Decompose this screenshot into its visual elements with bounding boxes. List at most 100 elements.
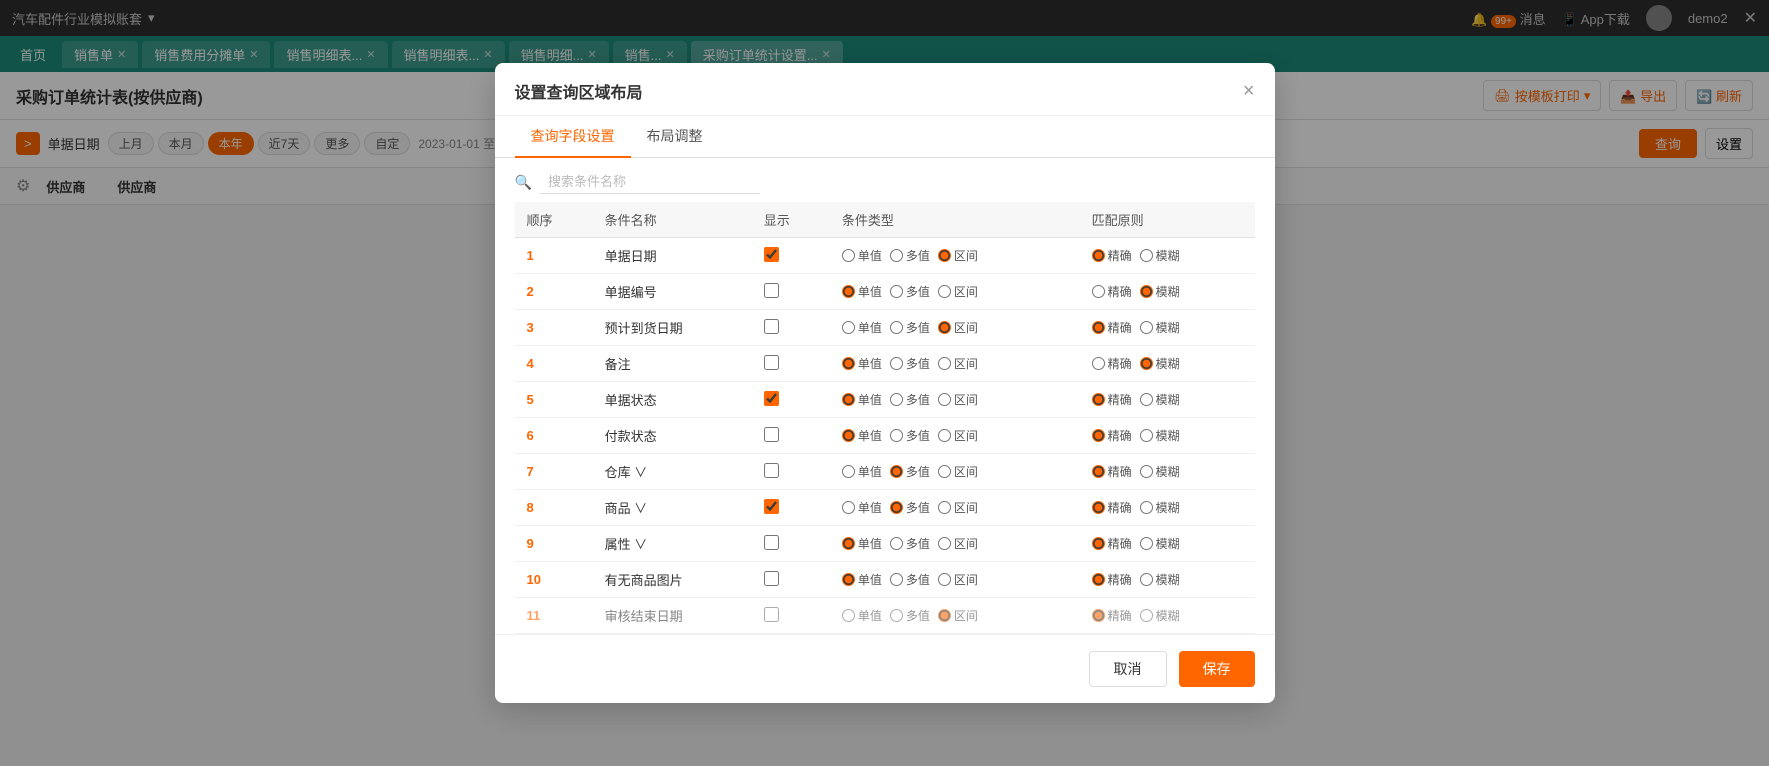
match-radio-exact[interactable]	[1092, 537, 1105, 550]
row-type-cell: 单值多值区间	[830, 238, 1080, 274]
row-display-checkbox-cell	[752, 418, 830, 454]
type-radio-single[interactable]	[842, 501, 855, 514]
match-radio-exact[interactable]	[1092, 249, 1105, 262]
display-checkbox[interactable]	[764, 571, 779, 586]
match-radio-fuzzy[interactable]	[1140, 285, 1153, 298]
match-radio-fuzzy[interactable]	[1140, 393, 1153, 406]
row-type-cell: 单值多值区间	[830, 418, 1080, 454]
type-radio-range[interactable]	[938, 321, 951, 334]
type-radio-single[interactable]	[842, 537, 855, 550]
type-radio-multi[interactable]	[890, 429, 903, 442]
type-radio-single[interactable]	[842, 321, 855, 334]
match-radio-exact[interactable]	[1092, 573, 1105, 586]
type-radio-range[interactable]	[938, 285, 951, 298]
type-radio-range[interactable]	[938, 393, 951, 406]
save-button[interactable]: 保存	[1179, 651, 1255, 687]
table-row: 6付款状态单值多值区间精确模糊	[515, 418, 1255, 454]
row-order: 5	[515, 382, 593, 418]
table-row: 4备注单值多值区间精确模糊	[515, 346, 1255, 382]
match-radio-fuzzy[interactable]	[1140, 429, 1153, 442]
type-radio-range[interactable]	[938, 537, 951, 550]
type-radio-range[interactable]	[938, 357, 951, 370]
display-checkbox[interactable]	[764, 607, 779, 622]
display-checkbox[interactable]	[764, 463, 779, 478]
match-radio-fuzzy[interactable]	[1140, 537, 1153, 550]
row-display-checkbox-cell	[752, 310, 830, 346]
cancel-button[interactable]: 取消	[1089, 651, 1167, 687]
type-radio-range[interactable]	[938, 249, 951, 262]
tab-field-settings[interactable]: 查询字段设置	[515, 116, 631, 158]
type-radio-multi[interactable]	[890, 609, 903, 622]
type-radio-single[interactable]	[842, 573, 855, 586]
row-order: 6	[515, 418, 593, 454]
row-display-checkbox-cell	[752, 562, 830, 598]
type-radio-multi[interactable]	[890, 393, 903, 406]
match-radio-exact[interactable]	[1092, 357, 1105, 370]
display-checkbox[interactable]	[764, 355, 779, 370]
row-type-cell: 单值多值区间	[830, 526, 1080, 562]
display-checkbox[interactable]	[764, 499, 779, 514]
match-radio-fuzzy[interactable]	[1140, 249, 1153, 262]
type-radio-multi[interactable]	[890, 537, 903, 550]
match-radio-exact[interactable]	[1092, 321, 1105, 334]
display-checkbox[interactable]	[764, 283, 779, 298]
match-radio-fuzzy[interactable]	[1140, 321, 1153, 334]
modal-header: 设置查询区域布局 ×	[495, 63, 1275, 116]
match-radio-exact[interactable]	[1092, 465, 1105, 478]
row-display-checkbox-cell	[752, 382, 830, 418]
match-radio-fuzzy[interactable]	[1140, 609, 1153, 622]
display-checkbox[interactable]	[764, 319, 779, 334]
modal-footer: 取消 保存	[495, 634, 1275, 703]
type-radio-single[interactable]	[842, 465, 855, 478]
type-radio-range[interactable]	[938, 609, 951, 622]
row-type-cell: 单值多值区间	[830, 490, 1080, 526]
type-radio-multi[interactable]	[890, 501, 903, 514]
modal-overlay[interactable]: 设置查询区域布局 × 查询字段设置 布局调整 🔍 顺序 条件名称	[0, 0, 1769, 766]
type-radio-single[interactable]	[842, 609, 855, 622]
type-radio-multi[interactable]	[890, 357, 903, 370]
type-radio-multi[interactable]	[890, 321, 903, 334]
match-radio-fuzzy[interactable]	[1140, 573, 1153, 586]
match-radio-fuzzy[interactable]	[1140, 501, 1153, 514]
row-match-cell: 精确模糊	[1080, 490, 1255, 526]
type-radio-single[interactable]	[842, 357, 855, 370]
modal-close-button[interactable]: ×	[1243, 80, 1255, 103]
type-radio-range[interactable]	[938, 501, 951, 514]
type-radio-single[interactable]	[842, 393, 855, 406]
match-radio-fuzzy[interactable]	[1140, 465, 1153, 478]
modal-search-area: 🔍	[495, 158, 1275, 202]
row-order: 7	[515, 454, 593, 490]
display-checkbox[interactable]	[764, 247, 779, 262]
table-row: 11审核结束日期单值多值区间精确模糊	[515, 598, 1255, 634]
table-row: 5单据状态单值多值区间精确模糊	[515, 382, 1255, 418]
type-radio-single[interactable]	[842, 429, 855, 442]
type-radio-multi[interactable]	[890, 573, 903, 586]
tab-layout-adjust[interactable]: 布局调整	[631, 116, 719, 158]
row-type-cell: 单值多值区间	[830, 274, 1080, 310]
type-radio-range[interactable]	[938, 429, 951, 442]
col-name-header: 条件名称	[593, 202, 752, 238]
row-name: 预计到货日期	[593, 310, 752, 346]
match-radio-exact[interactable]	[1092, 609, 1105, 622]
row-order: 3	[515, 310, 593, 346]
type-radio-multi[interactable]	[890, 465, 903, 478]
type-radio-range[interactable]	[938, 465, 951, 478]
match-radio-fuzzy[interactable]	[1140, 357, 1153, 370]
type-radio-range[interactable]	[938, 573, 951, 586]
search-input[interactable]	[540, 170, 760, 194]
table-row: 2单据编号单值多值区间精确模糊	[515, 274, 1255, 310]
match-radio-exact[interactable]	[1092, 501, 1105, 514]
match-radio-exact[interactable]	[1092, 285, 1105, 298]
display-checkbox[interactable]	[764, 391, 779, 406]
match-radio-exact[interactable]	[1092, 393, 1105, 406]
match-radio-exact[interactable]	[1092, 429, 1105, 442]
row-match-cell: 精确模糊	[1080, 310, 1255, 346]
type-radio-single[interactable]	[842, 285, 855, 298]
display-checkbox[interactable]	[764, 535, 779, 550]
display-checkbox[interactable]	[764, 427, 779, 442]
type-radio-single[interactable]	[842, 249, 855, 262]
type-radio-multi[interactable]	[890, 285, 903, 298]
type-radio-multi[interactable]	[890, 249, 903, 262]
row-order: 4	[515, 346, 593, 382]
row-type-cell: 单值多值区间	[830, 562, 1080, 598]
